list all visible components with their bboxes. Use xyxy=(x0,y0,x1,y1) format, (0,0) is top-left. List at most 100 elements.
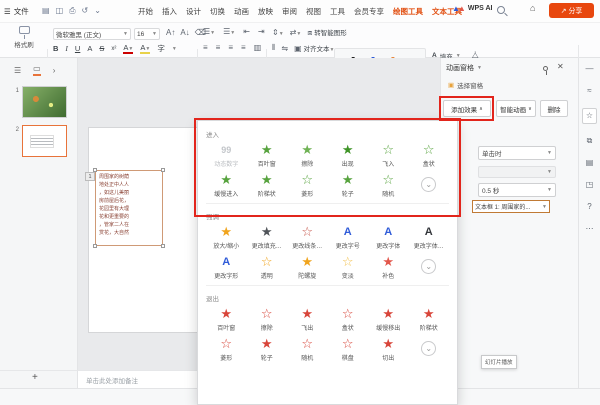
tab[interactable]: 工具 xyxy=(330,6,345,17)
tab[interactable]: 插入 xyxy=(162,6,177,17)
effect-item[interactable]: ★ 百叶窗 xyxy=(206,307,247,333)
tab[interactable]: 动画 xyxy=(234,6,249,17)
slide-view-icon[interactable]: ▭ xyxy=(33,64,41,76)
effect-item[interactable]: ☆ 盒状 xyxy=(409,143,450,169)
tab[interactable]: 视图 xyxy=(306,6,321,17)
effect-item[interactable]: A 更改字体… xyxy=(409,225,450,250)
direction-select[interactable]: ▼ xyxy=(478,166,556,178)
effect-item[interactable]: A 更改字体 xyxy=(368,225,409,250)
highlight-color-button[interactable]: A▼ xyxy=(140,43,151,54)
start-trigger-select[interactable]: 单击时 ▼ xyxy=(478,146,556,160)
text-direction-icon[interactable]: ⇄▼ xyxy=(290,28,302,37)
help-icon[interactable]: ? xyxy=(587,202,591,212)
slide-text-box[interactable]: 周围家的树荫 地处正中人人 ，如这儿美丽 房前屋后花， 花园里有大理 花和更重要的 ，管家二… xyxy=(93,168,165,248)
effect-item[interactable]: ☆ 盒状 xyxy=(328,307,369,333)
char-spacing-button[interactable]: 字 xyxy=(157,43,165,54)
line-spacing-icon[interactable]: ⇕▼ xyxy=(272,28,284,37)
superscript-button[interactable]: x² xyxy=(111,46,116,52)
smart-animation-button[interactable]: 智能动画 ∨ xyxy=(496,100,536,117)
font-size-select[interactable]: 16 ▼ xyxy=(134,28,160,40)
effect-item[interactable]: ★ 阶梯状 xyxy=(409,307,450,333)
effect-item[interactable]: 99 动态数字 xyxy=(206,143,247,168)
bullet-list-icon[interactable]: ☰▼ xyxy=(203,27,215,36)
resize-handle[interactable] xyxy=(161,168,165,172)
tab[interactable]: 设计 xyxy=(186,6,201,17)
tab[interactable]: 审阅 xyxy=(282,6,297,17)
effect-item[interactable]: ★ 缓慢进入 xyxy=(206,173,247,199)
effect-item[interactable]: ★ 出现 xyxy=(328,143,369,169)
pin-icon[interactable] xyxy=(543,66,548,75)
strike-button[interactable]: S xyxy=(99,44,104,53)
resize-handle[interactable] xyxy=(93,168,97,172)
number-list-icon[interactable]: ☰▼ xyxy=(223,27,235,36)
effect-item[interactable]: ☆ 透明 xyxy=(247,255,288,281)
swap-icon[interactable]: ⇋ xyxy=(281,44,288,53)
underline-button[interactable]: U xyxy=(75,44,80,53)
animation-pane-title[interactable]: 动画窗格 ▼ xyxy=(446,63,482,73)
tab[interactable]: 切换 xyxy=(210,6,225,17)
slide-thumbnail-1[interactable] xyxy=(22,86,67,118)
outdent-icon[interactable]: ⇤ xyxy=(243,27,250,36)
tab[interactable]: 开始 xyxy=(138,6,153,17)
effect-item[interactable]: ★ 阶梯状 xyxy=(247,173,288,199)
layout-icon[interactable]: ⧉ xyxy=(587,136,593,146)
delete-animation-button[interactable]: 删除 xyxy=(540,100,568,117)
effect-item[interactable]: A 更改字形 xyxy=(206,255,247,280)
effect-item[interactable]: A 更改字号 xyxy=(328,225,369,250)
effect-item[interactable]: ★ 百叶窗 xyxy=(247,143,288,169)
new-slide-button[interactable]: + xyxy=(32,372,38,383)
more-icon[interactable]: ⋯ xyxy=(586,224,594,234)
effect-item[interactable]: ★ 飞出 xyxy=(287,307,328,333)
increase-font-icon[interactable]: A↑ xyxy=(166,28,175,37)
print-icon[interactable]: ⎙ xyxy=(69,4,75,18)
outline-view-icon[interactable]: ☰ xyxy=(14,66,21,75)
effect-item[interactable]: ★ 放大/缩小 xyxy=(206,225,247,251)
animation-list-item[interactable]: 文本框 1: 周围家的... ▼ xyxy=(472,200,550,213)
effect-item[interactable]: ★ 缓慢移出 xyxy=(368,307,409,333)
effect-item[interactable]: ☆ 擦除 xyxy=(247,307,288,333)
indent-icon[interactable]: ⇥ xyxy=(258,27,265,36)
collapse-icon[interactable]: — xyxy=(586,64,594,74)
font-color-button[interactable]: A▼ xyxy=(123,43,134,54)
file-menu[interactable]: ☰ 文件 xyxy=(4,4,29,18)
slide-thumbnail-2[interactable] xyxy=(22,125,67,157)
columns-icon[interactable]: ▥ xyxy=(254,43,262,52)
tab[interactable]: 绘图工具 xyxy=(393,6,423,17)
section-more-button[interactable]: ⌄ xyxy=(421,177,437,192)
effect-item[interactable]: ★ 切出 xyxy=(368,337,409,363)
close-icon[interactable]: ✕ xyxy=(557,62,564,71)
resize-handle[interactable] xyxy=(93,244,97,248)
effect-item[interactable]: ☆ 飞入 xyxy=(368,143,409,169)
resize-handle[interactable] xyxy=(161,244,165,248)
more-icon[interactable]: ⌄ xyxy=(94,4,101,18)
effect-item[interactable]: ☆ 菱形 xyxy=(206,337,247,363)
effect-item[interactable]: ★ 轮子 xyxy=(328,173,369,199)
bold-button[interactable]: B xyxy=(53,44,58,53)
search-icon[interactable] xyxy=(497,6,505,14)
effect-item[interactable]: ★ 更改填充… xyxy=(247,225,288,251)
effect-item[interactable]: ★ 擦除 xyxy=(287,143,328,169)
effect-item[interactable]: ☆ 棋盘 xyxy=(328,337,369,363)
animation-pane-icon[interactable]: ☆ xyxy=(581,108,598,124)
tab[interactable]: 会员专享 xyxy=(354,6,384,17)
sidebar-expand-icon[interactable]: › xyxy=(53,66,56,75)
share-button[interactable]: ↗ 分享 xyxy=(549,3,594,18)
char-border-button[interactable]: A xyxy=(87,44,92,53)
save-icon[interactable]: ◫ xyxy=(56,4,64,18)
undo-icon[interactable]: ↺ xyxy=(82,4,89,18)
justify-icon[interactable]: ≡ xyxy=(241,43,246,52)
section-more-button[interactable]: ⌄ xyxy=(421,259,437,274)
crop-icon[interactable]: ◳ xyxy=(586,180,594,190)
ribbon-icon[interactable]: ≈ xyxy=(587,86,591,96)
effect-item[interactable]: ☆ 变淡 xyxy=(328,255,369,281)
decrease-font-icon[interactable]: A↓ xyxy=(180,28,189,37)
effect-item[interactable]: ★ 补色 xyxy=(368,255,409,281)
align-right-icon[interactable]: ≡ xyxy=(228,43,233,52)
effect-item[interactable]: ☆ 随机 xyxy=(368,173,409,199)
wps-ai-button[interactable]: ▲▲ WPS AI xyxy=(452,4,492,13)
tab[interactable]: 放映 xyxy=(258,6,273,17)
new-doc-icon[interactable]: ▤ xyxy=(42,4,50,18)
effect-item[interactable]: ☆ 更改线条… xyxy=(287,225,328,251)
font-name-select[interactable]: 微软雅黑 (正文) ▼ xyxy=(53,28,131,40)
speed-select[interactable]: 0.5 秒 ▼ xyxy=(478,183,556,197)
